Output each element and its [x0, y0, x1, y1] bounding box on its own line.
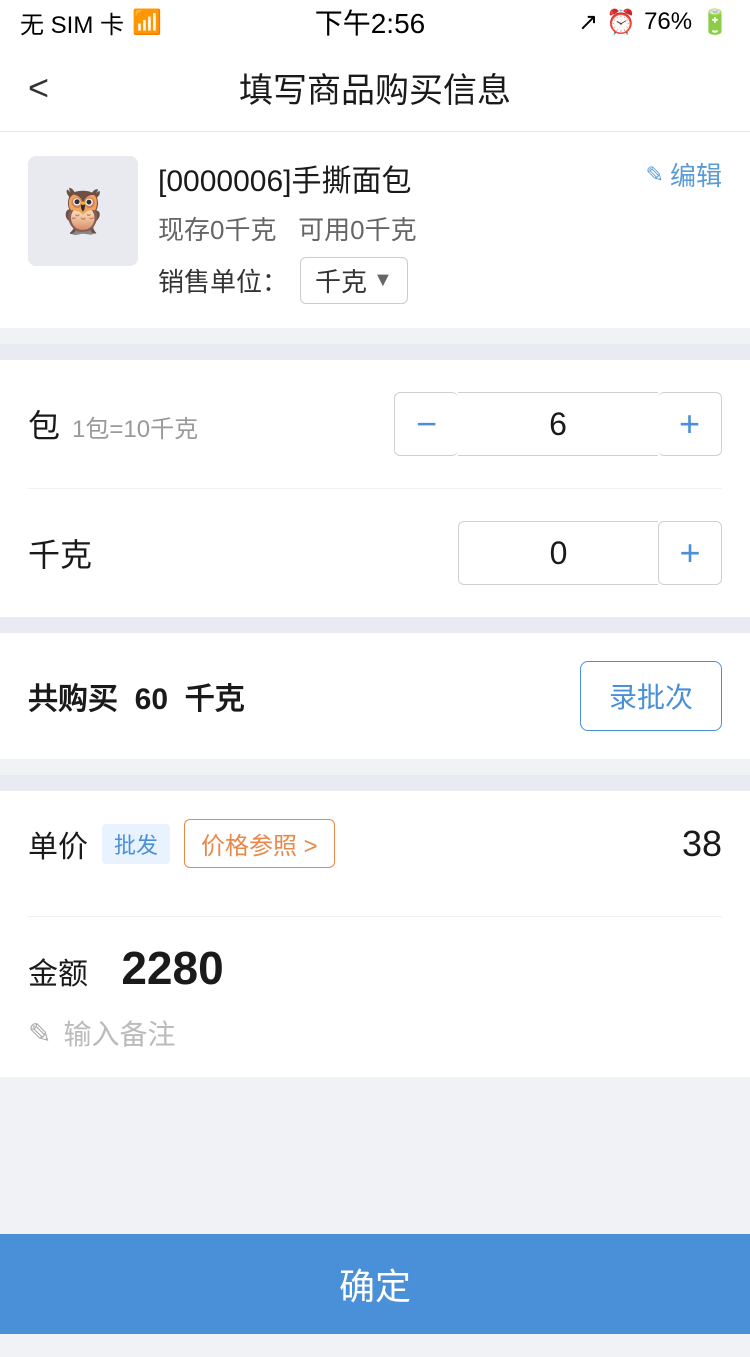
- package-input-row: 包 1包=10千克 − +: [28, 360, 722, 489]
- battery-icon: 🔋: [700, 8, 730, 37]
- price-section: 单价 批发 价格参照 > 38: [0, 791, 750, 888]
- package-qty-control: − +: [394, 392, 722, 456]
- total-text: 共购买 60 千克: [28, 674, 245, 718]
- edit-icon: ✎: [646, 162, 664, 188]
- price-value: 38: [682, 823, 722, 865]
- status-time: 下午2:56: [315, 2, 426, 42]
- kilogram-qty-control: +: [458, 521, 722, 585]
- package-input[interactable]: [458, 392, 658, 456]
- product-logo-icon: 🦉: [56, 185, 111, 237]
- nav-bar: < 填写商品购买信息: [0, 44, 750, 132]
- kilogram-label-group: 千克: [28, 530, 92, 576]
- remark-row[interactable]: ✎ 输入备注: [28, 995, 722, 1077]
- package-hint: 1包=10千克: [72, 409, 198, 444]
- price-row: 单价 批发 价格参照 > 38: [28, 819, 722, 868]
- pencil-icon: ✎: [28, 1017, 51, 1050]
- status-bar: 无 SIM 卡 📶 下午2:56 ↗ ⏰ 76% 🔋: [0, 0, 750, 44]
- kilogram-increase-button[interactable]: +: [658, 521, 722, 585]
- location-icon: ↗: [578, 8, 598, 37]
- input-section: 包 1包=10千克 − + 千克 +: [0, 360, 750, 617]
- batch-button[interactable]: 录批次: [580, 661, 722, 731]
- total-prefix: 共购买: [28, 683, 118, 716]
- unit-label: 销售单位：: [158, 262, 288, 299]
- back-button[interactable]: <: [28, 67, 49, 109]
- product-card: 🦉 [0000006]手撕面包 现存0千克 可用0千克 销售单位： 千克 ▼ ✎…: [0, 132, 750, 328]
- price-label: 单价: [28, 822, 88, 866]
- package-label-group: 包 1包=10千克: [28, 401, 198, 447]
- package-increase-button[interactable]: +: [658, 392, 722, 456]
- edit-button[interactable]: ✎ 编辑: [646, 156, 722, 193]
- kilogram-input-row: 千克 +: [28, 489, 722, 617]
- product-stock: 现存0千克 可用0千克: [158, 210, 722, 247]
- total-amount: 60: [135, 683, 168, 716]
- confirm-button[interactable]: 确定: [0, 1234, 750, 1334]
- amount-section: 金额 2280 ✎ 输入备注: [0, 888, 750, 1077]
- section-divider-1: [0, 344, 750, 360]
- product-name: [0000006]手撕面包: [158, 156, 722, 200]
- available-label: 可用0千克: [298, 215, 416, 245]
- carrier-label: 无 SIM 卡: [20, 5, 124, 40]
- stock-label: 现存0千克: [158, 215, 276, 245]
- page-title: 填写商品购买信息: [239, 63, 511, 112]
- amount-label-text: 金额: [28, 958, 88, 991]
- unit-select[interactable]: 千克 ▼: [300, 257, 408, 304]
- price-badge: 批发: [102, 824, 170, 864]
- price-left: 单价 批发 价格参照 >: [28, 819, 335, 868]
- section-divider-2: [0, 617, 750, 633]
- unit-value: 千克: [315, 262, 367, 299]
- status-right: ↗ ⏰ 76% 🔋: [578, 8, 730, 37]
- kilogram-input[interactable]: [458, 521, 658, 585]
- product-unit-row: 销售单位： 千克 ▼: [158, 257, 722, 304]
- kilogram-label: 千克: [28, 530, 92, 576]
- status-left: 无 SIM 卡 📶: [20, 5, 162, 40]
- battery-label: 76%: [644, 8, 692, 36]
- package-decrease-button[interactable]: −: [394, 392, 458, 456]
- total-section: 共购买 60 千克 录批次: [0, 633, 750, 759]
- amount-value: 2280: [121, 942, 223, 994]
- total-unit: 千克: [185, 683, 245, 716]
- alarm-icon: ⏰: [606, 8, 636, 37]
- remark-placeholder: 输入备注: [63, 1013, 175, 1053]
- product-thumbnail: 🦉: [28, 156, 138, 266]
- section-divider-3: [0, 775, 750, 791]
- chevron-down-icon: ▼: [373, 269, 393, 292]
- wifi-icon: 📶: [132, 8, 162, 37]
- edit-label: 编辑: [670, 156, 722, 193]
- product-info: [0000006]手撕面包 现存0千克 可用0千克 销售单位： 千克 ▼: [158, 156, 722, 304]
- price-reference-button[interactable]: 价格参照 >: [184, 819, 335, 868]
- package-label: 包: [28, 401, 60, 447]
- amount-label: 金额 2280: [28, 958, 224, 991]
